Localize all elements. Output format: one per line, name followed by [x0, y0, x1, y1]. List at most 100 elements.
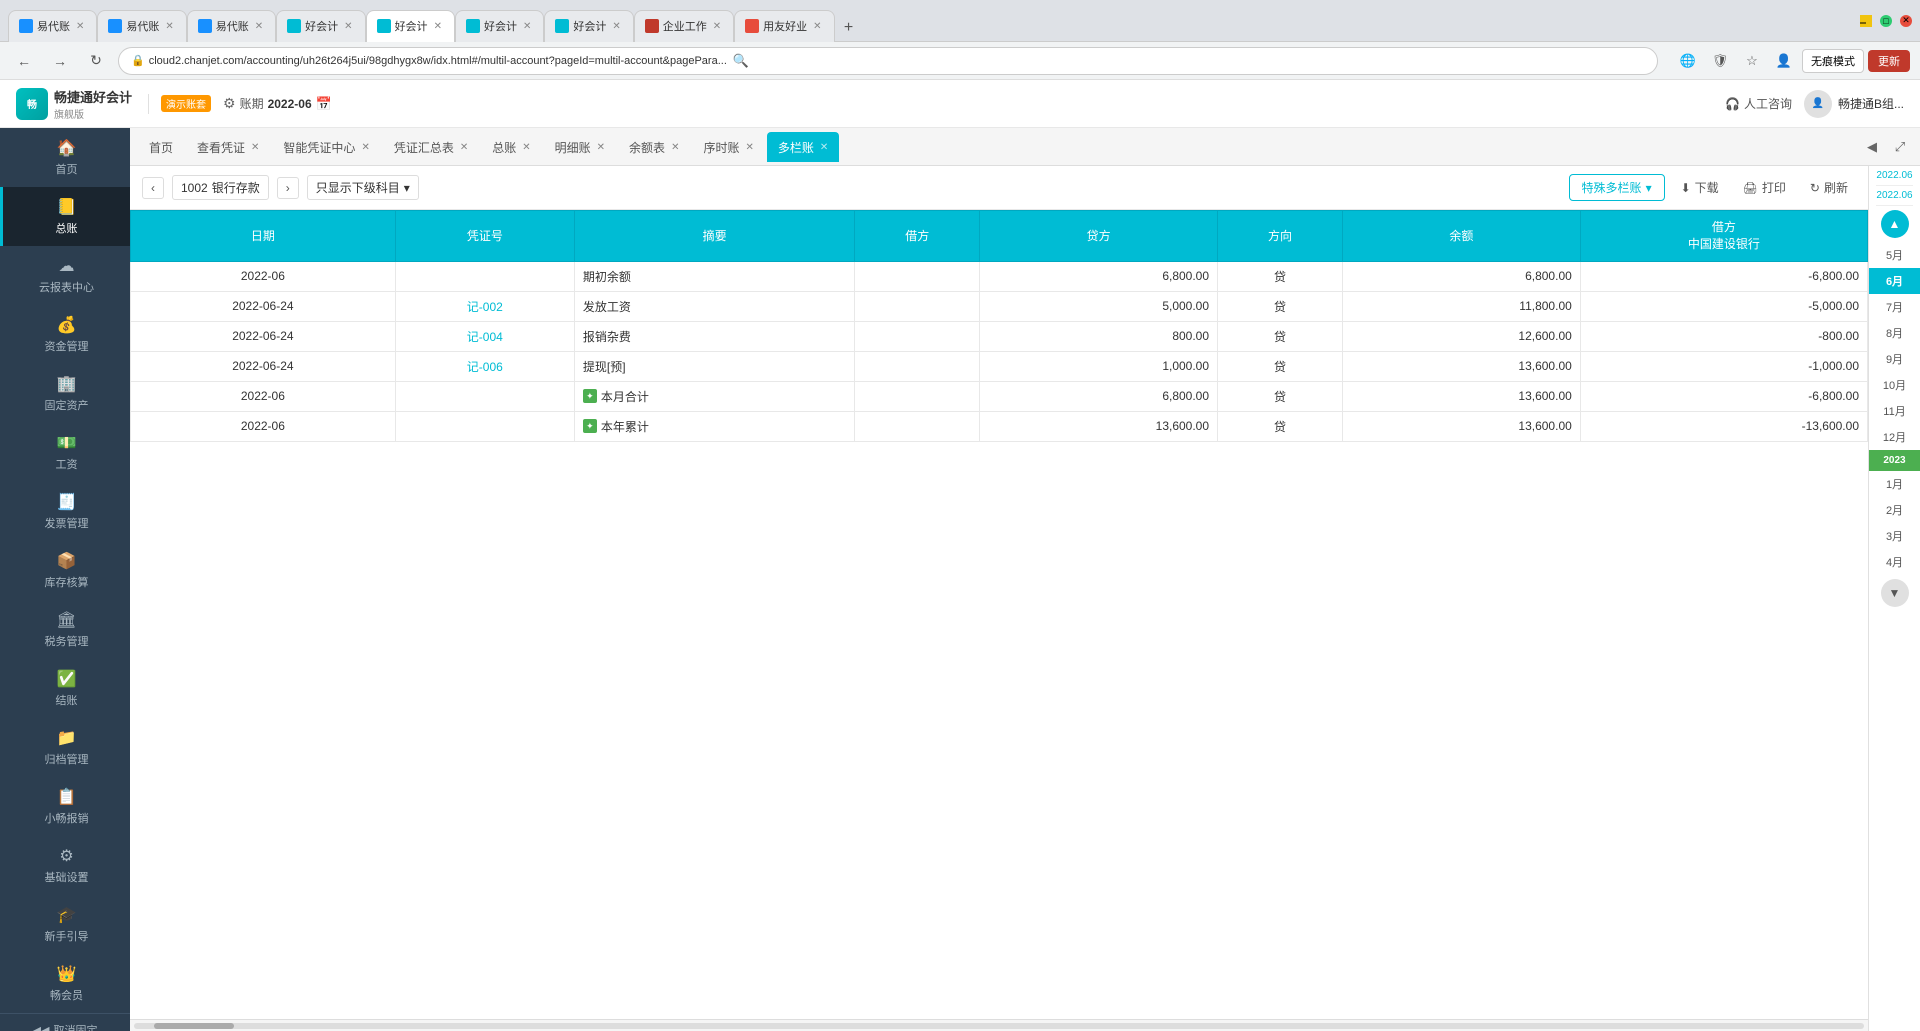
star-icon[interactable]: ☆ — [1738, 47, 1766, 75]
account-selector[interactable]: 1002 银行存款 — [172, 175, 269, 200]
tab-chrono-ledger[interactable]: 序时账 ✕ — [692, 132, 764, 162]
sidebar-item-ledger[interactable]: 📒 总账 — [0, 187, 130, 246]
tab-expand-button[interactable]: ⤢ — [1888, 135, 1912, 159]
sidebar-item-close[interactable]: ✅ 结账 — [0, 659, 130, 718]
voucher-link[interactable]: 记-004 — [467, 330, 503, 344]
tab-close-balance-table[interactable]: ✕ — [671, 142, 679, 153]
tab-close-8[interactable]: ✕ — [711, 20, 723, 33]
browser-tab-6[interactable]: 好会计 ✕ — [455, 10, 544, 42]
calendar-icon[interactable]: 📅 — [316, 96, 332, 112]
cell-voucher[interactable]: 记-002 — [395, 291, 574, 321]
sidebar-item-inventory[interactable]: 📦 库存核算 — [0, 541, 130, 600]
sidebar-item-member[interactable]: 👑 畅会员 — [0, 954, 130, 1013]
timeline-month-apr[interactable]: 4月 — [1869, 549, 1920, 575]
cell-voucher[interactable]: 记-006 — [395, 351, 574, 381]
forward-button[interactable]: → — [46, 47, 74, 75]
tab-close-general-ledger[interactable]: ✕ — [522, 142, 530, 153]
refresh-button-toolbar[interactable]: ↻ 刷新 — [1802, 175, 1856, 200]
sidebar-item-guide[interactable]: 🎓 新手引导 — [0, 895, 130, 954]
tab-close-1[interactable]: ✕ — [74, 20, 86, 33]
tab-close-5[interactable]: ✕ — [432, 20, 444, 33]
search-icon[interactable]: 🔍 — [733, 53, 749, 69]
tab-close-2[interactable]: ✕ — [163, 20, 175, 33]
tab-close-6[interactable]: ✕ — [521, 20, 533, 33]
next-account-button[interactable]: › — [277, 177, 299, 199]
tab-close-multi-column[interactable]: ✕ — [820, 142, 828, 153]
cell-voucher[interactable]: 记-004 — [395, 321, 574, 351]
address-bar[interactable]: 🔒 cloud2.chanjet.com/accounting/uh26t264… — [118, 47, 1658, 75]
browser-tab-3[interactable]: 易代账 ✕ — [187, 10, 276, 42]
new-tab-button[interactable]: + — [835, 14, 863, 42]
maximize-btn[interactable]: □ — [1880, 15, 1892, 27]
tab-close-detail-ledger[interactable]: ✕ — [597, 142, 605, 153]
browser-tab-9[interactable]: 用友好业 ✕ — [734, 10, 834, 42]
pin-button[interactable]: ◀◀ 取消固定 — [0, 1014, 130, 1031]
tab-detail-ledger[interactable]: 明细账 ✕ — [544, 132, 616, 162]
timeline-month-jan[interactable]: 1月 — [1869, 471, 1920, 497]
timeline-up-button[interactable]: ▲ — [1881, 210, 1909, 238]
filter-selector[interactable]: 只显示下级科目 ▾ — [307, 175, 419, 200]
timeline-month-8[interactable]: 8月 — [1869, 320, 1920, 346]
tab-close-smart-voucher[interactable]: ✕ — [361, 142, 369, 153]
sidebar-item-salary[interactable]: 💵 工资 — [0, 423, 130, 482]
timeline-month-11[interactable]: 11月 — [1869, 398, 1920, 424]
timeline-month-12[interactable]: 12月 — [1869, 424, 1920, 450]
special-multi-button[interactable]: 特殊多栏账 ▾ — [1569, 174, 1665, 201]
tab-close-4[interactable]: ✕ — [342, 20, 354, 33]
sidebar-item-settings[interactable]: ⚙ 基础设置 — [0, 836, 130, 895]
tab-close-voucher-summary[interactable]: ✕ — [460, 142, 468, 153]
sidebar-item-archive[interactable]: 📁 归档管理 — [0, 718, 130, 777]
extension-icon-1[interactable]: 🌐 — [1674, 47, 1702, 75]
wuhen-mode-button[interactable]: 无痕模式 — [1802, 49, 1864, 73]
tab-multi-column[interactable]: 多栏账 ✕ — [767, 132, 839, 162]
timeline-down-button[interactable]: ▼ — [1881, 579, 1909, 607]
browser-tab-7[interactable]: 好会计 ✕ — [544, 10, 633, 42]
tab-close-3[interactable]: ✕ — [253, 20, 265, 33]
tab-general-ledger[interactable]: 总账 ✕ — [481, 132, 541, 162]
timeline-month-5[interactable]: 5月 — [1869, 242, 1920, 268]
tab-home[interactable]: 首页 — [138, 132, 184, 162]
scrollbar-track[interactable] — [134, 1023, 1864, 1029]
sidebar-item-cloud[interactable]: ☁ 云报表中心 — [0, 246, 130, 305]
sidebar-item-asset[interactable]: 🏢 固定资产 — [0, 364, 130, 423]
tab-close-chrono-ledger[interactable]: ✕ — [745, 142, 753, 153]
tab-collapse-button[interactable]: ◀ — [1860, 135, 1884, 159]
demo-badge[interactable]: 演示账套 — [161, 95, 211, 112]
user-info[interactable]: 👤 畅捷通B组... — [1804, 90, 1904, 118]
browser-tab-8[interactable]: 企业工作 ✕ — [634, 10, 734, 42]
download-button[interactable]: ⬇ 下载 — [1673, 175, 1727, 200]
browser-tab-4[interactable]: 好会计 ✕ — [276, 10, 365, 42]
close-btn[interactable]: ✕ — [1900, 15, 1912, 27]
browser-tab-5[interactable]: 好会计 ✕ — [366, 10, 455, 42]
scrollbar-thumb[interactable] — [154, 1023, 234, 1029]
update-button[interactable]: 更新 — [1868, 50, 1910, 72]
sidebar-item-invoice[interactable]: 🧾 发票管理 — [0, 482, 130, 541]
sidebar-item-fund[interactable]: 💰 资金管理 — [0, 305, 130, 364]
service-button[interactable]: 🎧 人工咨询 — [1725, 95, 1792, 112]
print-button[interactable]: 🖨 打印 — [1735, 175, 1794, 200]
refresh-button[interactable]: ↻ — [82, 47, 110, 75]
profile-icon[interactable]: 👤 — [1770, 47, 1798, 75]
horizontal-scrollbar[interactable] — [130, 1019, 1868, 1031]
timeline-month-10[interactable]: 10月 — [1869, 372, 1920, 398]
tab-close-7[interactable]: ✕ — [610, 20, 622, 33]
tab-view-voucher[interactable]: 查看凭证 ✕ — [186, 132, 270, 162]
timeline-month-mar[interactable]: 3月 — [1869, 523, 1920, 549]
timeline-month-7[interactable]: 7月 — [1869, 294, 1920, 320]
voucher-link[interactable]: 记-002 — [467, 300, 503, 314]
browser-tab-1[interactable]: 易代账 ✕ — [8, 10, 97, 42]
timeline-month-6[interactable]: 6月 — [1869, 268, 1920, 294]
sidebar-item-tax[interactable]: 🏛 税务管理 — [0, 600, 130, 659]
timeline-month-feb[interactable]: 2月 — [1869, 497, 1920, 523]
voucher-link[interactable]: 记-006 — [467, 360, 503, 374]
back-button[interactable]: ← — [10, 47, 38, 75]
extension-icon-2[interactable]: 🛡 — [1706, 47, 1734, 75]
tab-close-9[interactable]: ✕ — [811, 20, 823, 33]
tab-balance-table[interactable]: 余额表 ✕ — [618, 132, 690, 162]
sidebar-item-home[interactable]: 🏠 首页 — [0, 128, 130, 187]
tab-close-view-voucher[interactable]: ✕ — [251, 142, 259, 153]
minimize-btn[interactable]: ⎯ — [1860, 15, 1872, 27]
browser-tab-2[interactable]: 易代账 ✕ — [97, 10, 186, 42]
tab-smart-voucher[interactable]: 智能凭证中心 ✕ — [272, 132, 380, 162]
sidebar-item-expense[interactable]: 📋 小畅报销 — [0, 777, 130, 836]
